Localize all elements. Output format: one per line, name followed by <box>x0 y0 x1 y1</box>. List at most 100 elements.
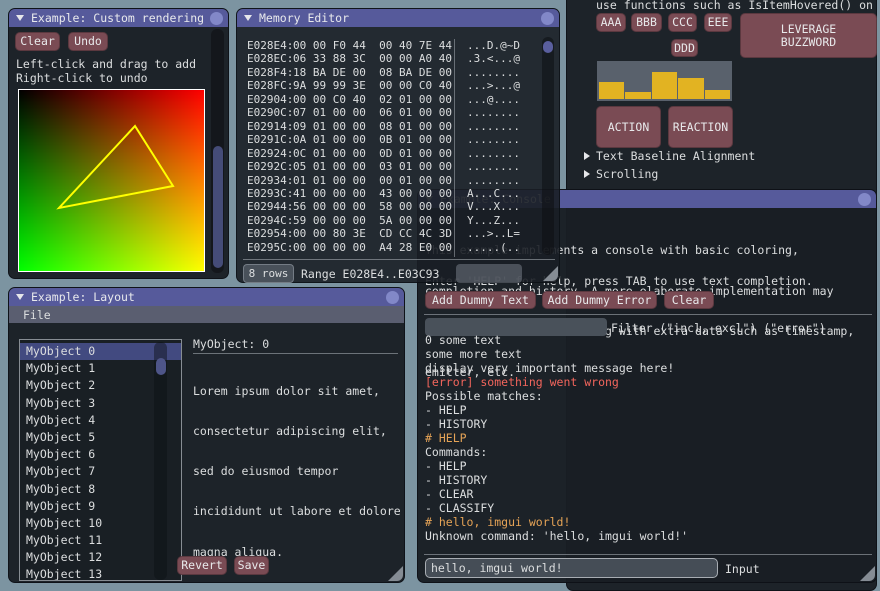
memory-row[interactable]: E0291C: 0A 01 00 00 0B 01 00 00........ <box>237 133 545 146</box>
memory-row[interactable]: E0292C: 05 01 00 00 03 01 00 00........ <box>237 160 545 173</box>
reaction-button[interactable]: REACTION <box>668 106 733 148</box>
memory-row[interactable]: E028EC: 06 33 88 3C 00 00 A0 40 .3.<...@ <box>237 52 545 65</box>
memory-row[interactable]: E02914: 09 01 00 00 08 01 00 00........ <box>237 120 545 133</box>
memory-row[interactable]: E0290C: 07 01 00 00 06 01 00 00........ <box>237 106 545 119</box>
hint-text-line1: Left-click and drag to add <box>16 57 197 71</box>
memory-row[interactable]: E0293C: 41 00 00 00 43 00 00 00 A...C... <box>237 187 545 200</box>
undo-button[interactable]: Undo <box>68 32 108 51</box>
scrollbar[interactable] <box>542 37 554 255</box>
memory-row-hex[interactable]: 00 00 C0 40 02 01 00 00 <box>293 93 452 106</box>
collapse-arrow-icon[interactable] <box>16 294 24 300</box>
window-memory-editor: Memory Editor E028E4: 00 00 F0 44 00 40 7… <box>236 8 560 283</box>
goto-address-input[interactable] <box>456 264 522 283</box>
bbb-button[interactable]: BBB <box>631 13 662 32</box>
memory-row-hex[interactable]: 00 00 F0 44 00 40 7E 44 <box>293 39 452 52</box>
console-output-line: # HELP <box>425 431 467 445</box>
collapse-arrow-icon[interactable] <box>16 15 24 21</box>
desktop-background: use functions such as IsItemHovered() on… <box>0 0 880 591</box>
scrollbar-thumb[interactable] <box>212 146 223 268</box>
detail-title: MyObject: 0 <box>193 337 270 351</box>
console-output-line: 0 some text <box>425 333 502 347</box>
ddd-button[interactable]: DDD <box>671 39 698 57</box>
memory-row-hex[interactable]: 06 33 88 3C 00 00 A0 40 <box>293 52 452 65</box>
memory-row[interactable]: E02944: 56 00 00 00 58 00 00 00 V...X... <box>237 200 545 213</box>
memory-row-ascii: ........ <box>467 146 520 160</box>
memory-row-address: E028EC: <box>247 52 294 66</box>
memory-hex-grid[interactable]: E028E4: 00 00 F0 44 00 40 7E 44 ...D.@~D E0… <box>237 9 545 282</box>
memory-row-ascii: ........ <box>467 119 520 133</box>
console-input-label: Input <box>725 562 760 576</box>
memory-row-hex[interactable]: 05 01 00 00 03 01 00 00 <box>293 160 452 173</box>
scrollbar-thumb[interactable] <box>543 41 553 53</box>
hint-text-line2: Right-click to undo <box>16 71 148 85</box>
memory-row[interactable]: E028E4: 00 00 F0 44 00 40 7E 44 ...D.@~D <box>237 39 545 52</box>
revert-button[interactable]: Revert <box>177 556 227 575</box>
memory-row-address: E028F4: <box>247 65 294 79</box>
memory-row-hex[interactable]: 59 00 00 00 5A 00 00 00 <box>293 214 452 227</box>
console-output-log[interactable]: 0 some text some more text display very im… <box>425 333 688 543</box>
memory-row-hex[interactable]: 01 01 00 00 00 01 00 00 <box>293 174 452 187</box>
rows-count-badge[interactable]: 8 rows <box>243 264 294 283</box>
range-label: Range E028E4..E03C93 <box>301 267 440 281</box>
drawn-triangle <box>56 124 175 210</box>
memory-row-ascii: ...D.@~D <box>467 39 520 52</box>
memory-row-hex[interactable]: 00 00 80 3E CD CC 4C 3D <box>293 227 452 240</box>
console-output-line: - HELP <box>425 403 467 417</box>
memory-row[interactable]: E0294C: 59 00 00 00 5A 00 00 00 Y...Z... <box>237 214 545 227</box>
memory-row-hex[interactable]: 56 00 00 00 58 00 00 00 <box>293 200 452 213</box>
action-button[interactable]: ACTION <box>596 106 661 148</box>
memory-row-hex[interactable]: 07 01 00 00 06 01 00 00 <box>293 106 452 119</box>
memory-row-ascii: A...C... <box>467 186 520 200</box>
memory-row[interactable]: E028F4: 18 BA DE 00 08 BA DE 00........ <box>237 66 545 79</box>
separator <box>243 259 555 260</box>
memory-row[interactable]: E0295C: 00 00 00 00 A4 28 E0 00 .....(.. <box>237 241 545 254</box>
memory-row-hex[interactable]: 9A 99 99 3E 00 00 C0 40 <box>293 79 452 92</box>
window-menu-button[interactable] <box>210 11 223 25</box>
memory-row-address: E028E4: <box>247 39 294 52</box>
memory-row-address: E0292C: <box>247 160 294 174</box>
add-dummy-text-button[interactable]: Add Dummy Text <box>425 291 536 309</box>
memory-row-hex[interactable]: 18 BA DE 00 08 BA DE 00 <box>293 66 452 79</box>
memory-row-hex[interactable]: 41 00 00 00 43 00 00 00 <box>293 187 452 200</box>
add-dummy-error-button[interactable]: Add Dummy Error <box>542 291 657 309</box>
chevron-right-icon <box>584 170 590 178</box>
histogram-bar <box>704 90 731 99</box>
scrollbar[interactable] <box>211 29 224 273</box>
scrollbar[interactable] <box>154 342 167 580</box>
memory-row-address: E0290C: <box>247 106 294 120</box>
aaa-button[interactable]: AAA <box>596 13 626 32</box>
console-output-line: Possible matches: <box>425 389 543 403</box>
save-button[interactable]: Save <box>234 556 269 575</box>
memory-row-address: E02904: <box>247 92 294 106</box>
memory-row-hex[interactable]: 00 00 00 00 A4 28 E0 00 <box>293 241 452 254</box>
memory-row[interactable]: E02904: 00 00 C0 40 02 01 00 00 ...@.... <box>237 93 545 106</box>
layout-titlebar[interactable]: Example: Layout <box>9 288 404 306</box>
memory-row[interactable]: E02954: 00 00 80 3E CD CC 4C 3D ...>..L= <box>237 227 545 240</box>
window-menu-button[interactable] <box>386 290 399 304</box>
ccc-button[interactable]: CCC <box>668 13 697 32</box>
memory-row-hex[interactable]: 0A 01 00 00 0B 01 00 00 <box>293 133 452 146</box>
tree-node-text-baseline-alignment[interactable]: Text Baseline Alignment <box>584 149 755 163</box>
window-menu-button[interactable] <box>858 192 871 206</box>
eee-button[interactable]: EEE <box>704 13 732 32</box>
custom-rendering-titlebar[interactable]: Example: Custom rendering <box>9 9 228 27</box>
memory-row[interactable]: E02934: 01 01 00 00 00 01 00 00........ <box>237 174 545 187</box>
clear-button[interactable]: Clear <box>15 32 60 51</box>
memory-row[interactable]: E028FC: 9A 99 99 3E 00 00 C0 40 ...>...@ <box>237 79 545 92</box>
clear-button[interactable]: Clear <box>664 291 714 309</box>
histogram-plot[interactable] <box>597 61 732 101</box>
memory-row-hex[interactable]: 09 01 00 00 08 01 00 00 <box>293 120 452 133</box>
memory-row[interactable]: E02924: 0C 01 00 00 0D 01 00 00........ <box>237 147 545 160</box>
scrollbar-thumb[interactable] <box>155 358 166 375</box>
description-line: Lorem ipsum dolor sit amet, <box>193 383 380 398</box>
console-input[interactable]: hello, imgui world! <box>425 558 718 578</box>
tree-node-scrolling[interactable]: Scrolling <box>584 167 658 181</box>
memory-row-ascii: ........ <box>467 65 520 79</box>
leverage-buzzword-button[interactable]: LEVERAGE BUZZWORD <box>740 13 877 58</box>
memory-row-hex[interactable]: 0C 01 00 00 0D 01 00 00 <box>293 147 452 160</box>
memory-row-ascii: ...@.... <box>467 92 520 106</box>
drawing-canvas[interactable] <box>18 89 205 272</box>
resize-grip[interactable] <box>543 266 558 281</box>
menu-file[interactable]: File <box>23 308 51 322</box>
resize-grip[interactable] <box>860 566 875 581</box>
